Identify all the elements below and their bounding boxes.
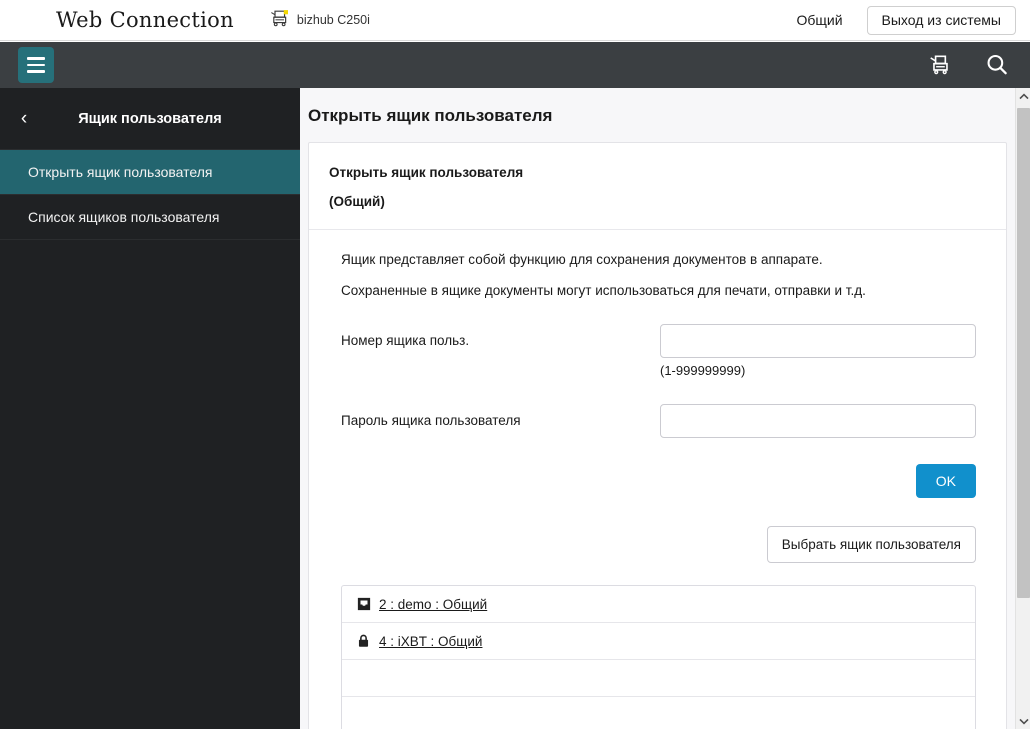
page-title: Открыть ящик пользователя [308, 106, 553, 125]
inbox-tray-icon [356, 597, 371, 612]
chevron-left-icon[interactable]: ‹ [14, 109, 34, 129]
top-header-right: Общий Выход из системы [796, 5, 1016, 35]
hamburger-bar-3 [27, 70, 45, 73]
card-body: Ящик представляет собой функцию для сохр… [309, 230, 1006, 729]
app-root: Web Connection bizhub C250i Общий Выход … [0, 0, 1030, 729]
lock-icon [356, 634, 371, 649]
scrollbar-thumb[interactable] [1017, 108, 1030, 598]
user-box-list-item[interactable]: 4 : iXBT : Общий [342, 623, 975, 660]
card-heading: Открыть ящик пользователя [329, 165, 524, 180]
navbar-actions [928, 52, 1010, 78]
device-indicator: bizhub C250i [270, 8, 370, 33]
box-number-input-wrap: (1-999999999) [660, 324, 976, 378]
user-box-link[interactable]: 2 : demo : Общий [379, 597, 487, 612]
account-label: Общий [796, 12, 843, 28]
printer-icon [270, 8, 290, 33]
chevron-up-icon[interactable] [1016, 88, 1030, 104]
description-line-2: Сохраненные в ящике документы могут испо… [341, 283, 866, 298]
box-number-input[interactable] [660, 324, 976, 358]
top-header-bar: Web Connection bizhub C250i Общий Выход … [0, 0, 1030, 41]
user-box-link[interactable]: 4 : iXBT : Общий [379, 634, 482, 649]
card-header: Открыть ящик пользователя (Общий) [309, 143, 1006, 230]
sidebar-item-open-user-box[interactable]: Открыть ящик пользователя [0, 150, 300, 195]
user-box-list: 2 : demo : Общий 4 : iXBT : Общий [341, 585, 976, 729]
ok-button[interactable]: OK [915, 464, 976, 498]
hamburger-bar-2 [27, 63, 45, 67]
ok-button-row: OK [341, 438, 976, 498]
chevron-down-icon[interactable] [1016, 713, 1030, 729]
hamburger-menu-icon[interactable] [18, 47, 54, 83]
box-password-input-wrap [660, 404, 976, 438]
select-user-box-button[interactable]: Выбрать ящик пользователя [766, 526, 976, 563]
sidebar-item-user-box-list[interactable]: Список ящиков пользователя [0, 195, 300, 240]
user-box-list-item-empty [342, 660, 975, 697]
box-number-hint: (1-999999999) [660, 363, 746, 378]
sidebar-item-label: Список ящиков пользователя [28, 209, 220, 225]
brand-logo: Web Connection [56, 8, 234, 32]
field-row-box-password: Пароль ящика пользователя [341, 404, 976, 438]
box-password-input[interactable] [660, 404, 976, 438]
sidebar-item-label: Открыть ящик пользователя [28, 164, 213, 180]
user-box-list-item-empty [342, 697, 975, 729]
box-password-label: Пароль ящика пользователя [341, 413, 521, 428]
description-line-1: Ящик представляет собой функцию для сохр… [341, 252, 823, 267]
logout-button[interactable]: Выход из системы [866, 5, 1016, 35]
sidebar: ‹ Ящик пользователя Открыть ящик пользов… [0, 88, 300, 729]
vertical-scrollbar[interactable] [1015, 88, 1030, 729]
sidebar-header: ‹ Ящик пользователя [0, 88, 300, 150]
printer-status-icon[interactable] [928, 52, 954, 78]
select-box-button-row: Выбрать ящик пользователя [341, 498, 976, 563]
field-row-box-number: Номер ящика польз. (1-999999999) [341, 324, 976, 378]
search-icon[interactable] [984, 52, 1010, 78]
box-number-label: Номер ящика польз. [341, 333, 470, 348]
sidebar-title: Ящик пользователя [78, 110, 222, 127]
main-content: Открыть ящик пользователя Открыть ящик п… [300, 88, 1015, 729]
content-card: Открыть ящик пользователя (Общий) Ящик п… [308, 142, 1007, 729]
main-navigation-bar [0, 42, 1030, 88]
user-box-list-item[interactable]: 2 : demo : Общий [342, 586, 975, 623]
card-subheading: (Общий) [329, 194, 385, 209]
device-model-label: bizhub C250i [296, 13, 370, 27]
hamburger-bar-1 [27, 57, 45, 60]
